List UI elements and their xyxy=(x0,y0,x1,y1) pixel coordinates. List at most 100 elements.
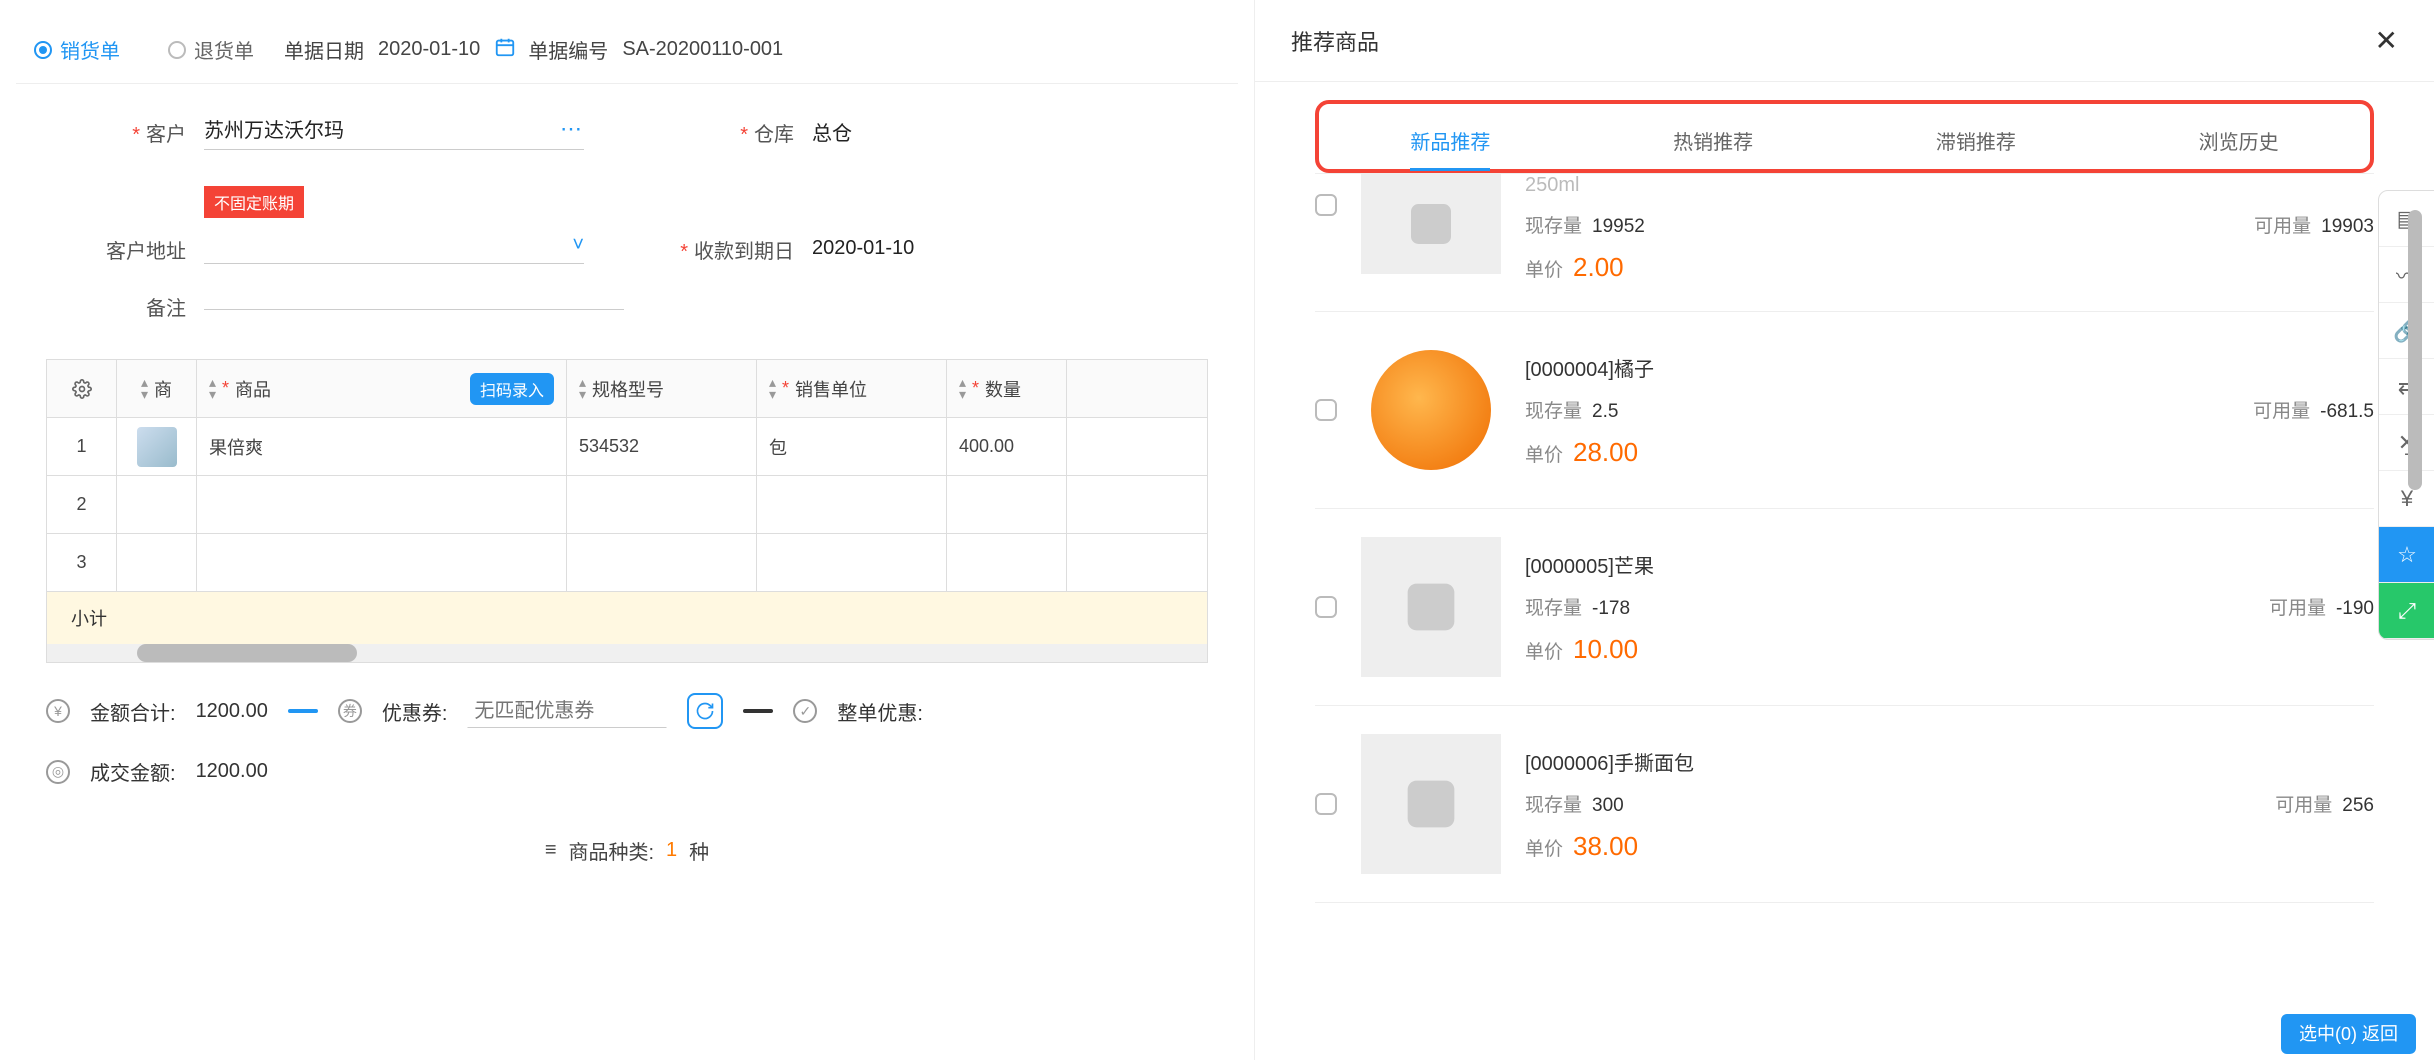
tab-slow[interactable]: 滞销推荐 xyxy=(1936,112,2016,169)
row-unit[interactable]: 包 xyxy=(757,418,947,475)
item-stock: -178 xyxy=(1592,598,1630,620)
gear-cell[interactable] xyxy=(47,360,117,417)
v-scrollbar-thumb[interactable] xyxy=(2408,210,2422,490)
tab-sales-label: 销货单 xyxy=(60,35,120,64)
address-input[interactable]: ˅ xyxy=(204,234,584,264)
coupon-label: 优惠券: xyxy=(382,697,448,726)
h-scrollbar[interactable] xyxy=(47,644,1207,662)
row-product[interactable]: 果倍爽 xyxy=(197,418,567,475)
orange-image-icon xyxy=(1371,350,1491,470)
item-title: [0000005]芒果 xyxy=(1525,550,2374,579)
list-item: [0000005]芒果 现存量-178 可用量-190 单价10.00 xyxy=(1315,509,2374,706)
table-row[interactable]: 3 xyxy=(47,534,1207,592)
item-title: [0000006]手撕面包 xyxy=(1525,747,2374,776)
doc-no-meta: 单据编号 SA-20200110-001 xyxy=(528,35,783,64)
row-qty[interactable]: 400.00 xyxy=(947,418,1067,475)
doc-no-value: SA-20200110-001 xyxy=(622,38,783,61)
item-price: 38.00 xyxy=(1573,831,1638,862)
th-unit[interactable]: ▴▾*销售单位 xyxy=(757,360,947,417)
close-icon[interactable]: ✕ xyxy=(2375,24,2398,57)
product-thumb xyxy=(1361,734,1501,874)
refresh-button[interactable] xyxy=(687,693,723,729)
dash-icon xyxy=(288,709,318,713)
radio-icon xyxy=(168,41,186,59)
due-value[interactable]: 2020-01-10 xyxy=(812,237,1032,261)
deal-value: 1200.00 xyxy=(196,760,268,783)
item-stock: 2.5 xyxy=(1592,401,1618,423)
kind-label: 商品种类: xyxy=(568,836,654,865)
recommend-tabs-highlight: 新品推荐 热销推荐 滞销推荐 浏览历史 xyxy=(1315,100,2374,173)
item-price: 10.00 xyxy=(1573,634,1638,665)
tab-hot[interactable]: 热销推荐 xyxy=(1673,112,1753,169)
placeholder-icon xyxy=(1396,769,1466,839)
th-spec[interactable]: ▴▾规格型号 xyxy=(567,360,757,417)
sort-icon: ▴▾ xyxy=(141,377,148,399)
list-item: [0000006]手撕面包 现存量300 可用量256 单价38.00 xyxy=(1315,706,2374,903)
sort-icon: ▴▾ xyxy=(959,377,966,399)
th-product[interactable]: ▴▾*商品 扫码录入 xyxy=(197,360,567,417)
customer-value: 苏州万达沃尔玛 xyxy=(204,114,344,143)
tab-history[interactable]: 浏览历史 xyxy=(2199,112,2279,169)
due-label: 收款到期日 xyxy=(694,241,794,263)
chevron-down-icon[interactable]: ˅ xyxy=(572,234,584,257)
sales-form-panel: 销货单 退货单 单据日期 2020-01-10 单据编号 SA-20200110… xyxy=(0,0,1254,1060)
item-price: 2.00 xyxy=(1573,252,1624,283)
table-row[interactable]: 1 果倍爽 534532 包 400.00 xyxy=(47,418,1207,476)
kind-icon: ≡ xyxy=(545,839,557,862)
item-title: [0000004]橘子 xyxy=(1525,353,2374,382)
th-shang[interactable]: ▴▾商 xyxy=(117,360,197,417)
calendar-icon[interactable] xyxy=(494,36,516,64)
amount-value: 1200.00 xyxy=(196,700,268,723)
scan-button[interactable]: 扫码录入 xyxy=(470,373,554,405)
doc-date-label: 单据日期 xyxy=(284,35,364,64)
product-thumb-icon xyxy=(137,427,177,467)
radio-icon xyxy=(34,41,52,59)
item-avail: -190 xyxy=(2336,598,2374,620)
due-field: *收款到期日 2020-01-10 xyxy=(654,235,1032,264)
address-field: 客户地址 ˅ xyxy=(46,234,584,264)
select-return-button[interactable]: 选中(0) 返回 xyxy=(2281,1014,2416,1054)
v-scrollbar[interactable] xyxy=(2408,210,2422,510)
customer-label: 客户 xyxy=(146,124,186,146)
table-row[interactable]: 2 xyxy=(47,476,1207,534)
refresh-icon xyxy=(695,701,715,721)
coupon-icon: 券 xyxy=(338,699,362,723)
item-avail: 19903 xyxy=(2321,216,2374,238)
list-item: 250ml 现存量19952 可用量19903 单价2.00 xyxy=(1315,174,2374,312)
remark-input[interactable] xyxy=(204,303,624,310)
more-icon[interactable]: ⋯ xyxy=(560,116,584,142)
doc-header-row: 销货单 退货单 单据日期 2020-01-10 单据编号 SA-20200110… xyxy=(16,16,1238,84)
placeholder-icon xyxy=(1396,572,1466,642)
table-header: ▴▾商 ▴▾*商品 扫码录入 ▴▾规格型号 ▴▾*销售单位 ▴▾*数量 xyxy=(47,360,1207,418)
item-avail: -681.5 xyxy=(2320,401,2374,423)
th-qty[interactable]: ▴▾*数量 xyxy=(947,360,1067,417)
yen-icon: ¥ xyxy=(46,699,70,723)
row-idx: 1 xyxy=(47,418,117,475)
amount-label: 金额合计: xyxy=(90,697,176,726)
recommend-title: 推荐商品 xyxy=(1291,25,1379,57)
row-spec[interactable]: 534532 xyxy=(567,418,757,475)
recommend-panel: 推荐商品 ✕ 新品推荐 热销推荐 滞销推荐 浏览历史 250ml xyxy=(1254,0,2434,1060)
tab-sales[interactable]: 销货单 xyxy=(16,25,138,74)
item-checkbox[interactable] xyxy=(1315,793,1337,815)
list-item: [0000004]橘子 现存量2.5 可用量-681.5 单价28.00 xyxy=(1315,312,2374,509)
deal-icon: ◎ xyxy=(46,760,70,784)
h-scrollbar-thumb[interactable] xyxy=(137,644,357,662)
kind-count: 1 xyxy=(666,839,677,862)
tab-returns[interactable]: 退货单 xyxy=(150,25,272,74)
item-title: 250ml xyxy=(1525,174,2374,197)
recommend-footer: 选中(0) 返回 xyxy=(2281,1020,2416,1046)
item-checkbox[interactable] xyxy=(1315,399,1337,421)
warehouse-label: 仓库 xyxy=(754,124,794,146)
warehouse-value[interactable]: 总仓 xyxy=(812,117,1032,147)
deal-label: 成交金额: xyxy=(90,757,176,786)
sort-icon: ▴▾ xyxy=(769,377,776,399)
row-idx: 3 xyxy=(47,534,117,591)
warehouse-field: *仓库 总仓 xyxy=(654,117,1032,147)
item-checkbox[interactable] xyxy=(1315,596,1337,618)
tab-new[interactable]: 新品推荐 xyxy=(1410,112,1490,169)
coupon-input[interactable] xyxy=(467,695,667,728)
doc-date-value[interactable]: 2020-01-10 xyxy=(378,38,480,61)
item-checkbox[interactable] xyxy=(1315,194,1337,216)
customer-input[interactable]: 苏州万达沃尔玛 ⋯ xyxy=(204,114,584,150)
